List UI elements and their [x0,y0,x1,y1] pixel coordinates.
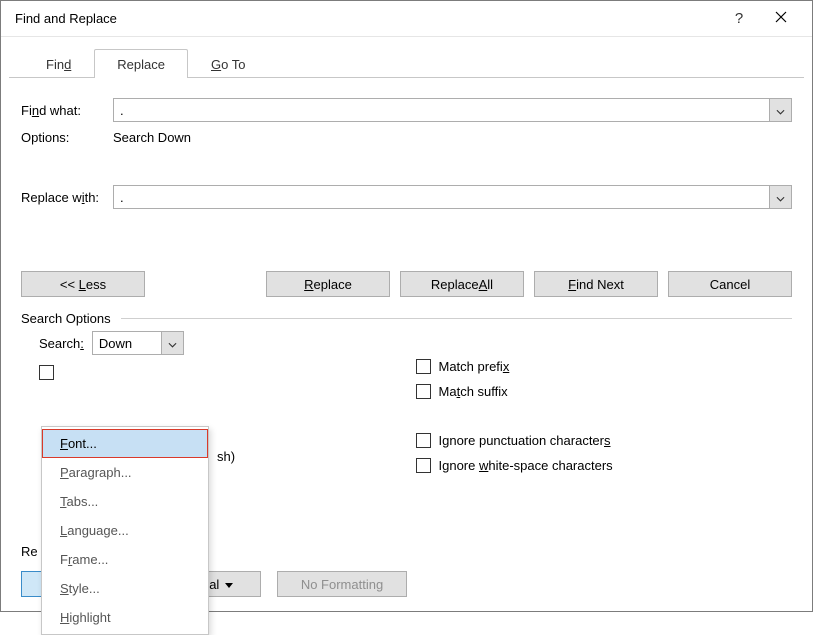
search-direction-select[interactable]: Down [92,331,184,355]
tabstrip: Find Replace Go To [1,49,812,78]
ignore-punctuation-checkbox[interactable]: Ignore punctuation characters [416,433,793,448]
chevron-down-icon [776,190,785,205]
find-what-input[interactable]: . [113,98,792,122]
format-menu-tabs[interactable]: Tabs... [42,487,208,516]
obscured-text: sh) [217,449,235,464]
format-menu-paragraph[interactable]: Paragraph... [42,458,208,487]
cancel-button[interactable]: Cancel [668,271,792,297]
checkbox-icon [416,384,431,399]
match-prefix-checkbox[interactable]: Match prefix [416,359,793,374]
window-title: Find and Replace [15,11,718,26]
replace-button[interactable]: Replace [266,271,390,297]
close-button[interactable] [760,4,802,34]
tab-goto[interactable]: Go To [188,49,268,78]
tab-replace[interactable]: Replace [94,49,188,78]
replace-all-button[interactable]: Replace All [400,271,524,297]
format-menu-font[interactable]: Font... [42,429,208,458]
find-next-button[interactable]: Find Next [534,271,658,297]
checkbox-icon [416,359,431,374]
match-prefix-label: Match prefix [439,359,510,374]
chevron-down-icon [168,336,177,351]
ignore-punctuation-label: Ignore punctuation characters [439,433,611,448]
tab-find[interactable]: Find [23,49,94,78]
chevron-down-icon [776,103,785,118]
search-direction-value: Down [99,336,132,351]
format-menu-highlight[interactable]: Highlight [42,603,208,632]
format-menu-language[interactable]: Language... [42,516,208,545]
titlebar: Find and Replace ? [1,1,812,37]
find-what-dropdown-button[interactable] [769,99,791,121]
find-what-value: . [120,103,124,118]
format-menu: Font... Paragraph... Tabs... Language...… [41,426,209,635]
replace-with-dropdown-button[interactable] [769,186,791,208]
find-replace-dialog: Find and Replace ? Find Replace Go To Fi… [0,0,813,612]
help-icon: ? [735,10,743,27]
checkbox-icon [416,458,431,473]
divider [121,318,792,319]
match-suffix-checkbox[interactable]: Match suffix [416,384,793,399]
checkbox-icon [416,433,431,448]
ignore-whitespace-label: Ignore white-space characters [439,458,613,473]
options-label: Options: [21,130,113,145]
search-direction-label: Search: [39,336,84,351]
find-what-label: Find what: [21,103,113,118]
match-suffix-label: Match suffix [439,384,508,399]
less-button[interactable]: << Less [21,271,145,297]
format-menu-style[interactable]: Style... [42,574,208,603]
replace-section-label-fragment: Re [21,544,38,559]
search-direction-dropdown-button[interactable] [161,332,183,354]
replace-with-label: Replace with: [21,190,113,205]
checkbox-icon [39,365,54,380]
close-icon [775,11,787,26]
panel: Find what: . Options: Search Down Replac… [1,78,812,611]
help-button[interactable]: ? [718,4,760,34]
format-menu-frame[interactable]: Frame... [42,545,208,574]
replace-with-value: . [120,190,124,205]
ignore-whitespace-checkbox[interactable]: Ignore white-space characters [416,458,793,473]
caret-down-icon [225,577,233,592]
replace-with-input[interactable]: . [113,185,792,209]
match-case-checkbox[interactable] [39,365,416,380]
no-formatting-button: No Formatting [277,571,407,597]
options-value: Search Down [113,130,191,145]
